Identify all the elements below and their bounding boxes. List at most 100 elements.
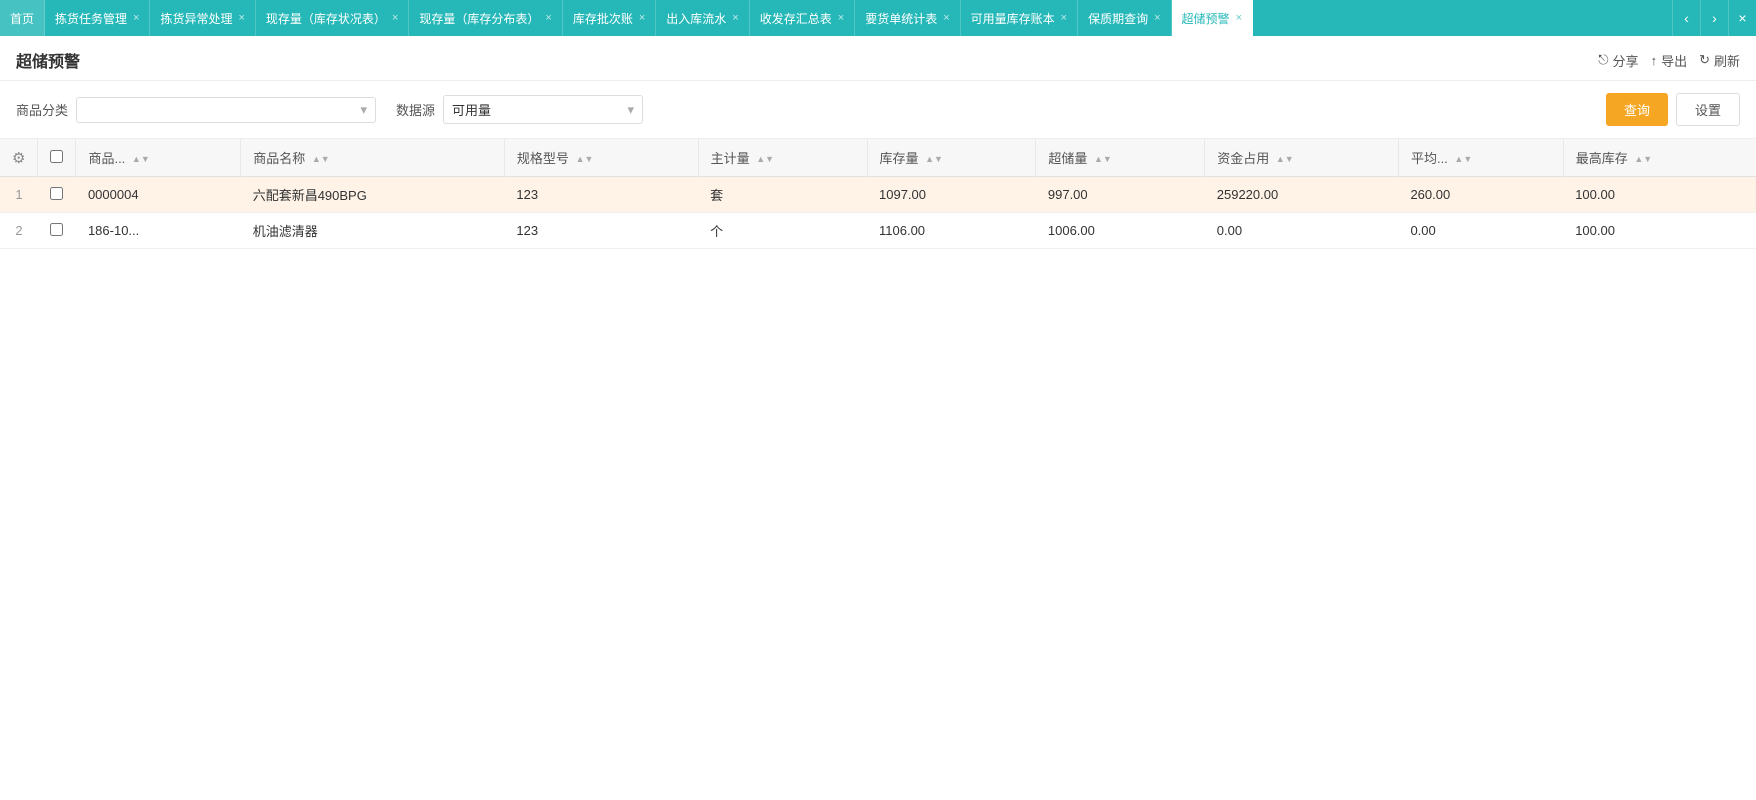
nav-tab-1[interactable]: 拣货任务管理 × (45, 0, 150, 36)
nav-tab-3-close[interactable]: × (392, 12, 398, 24)
nav-prev-button[interactable]: ‹ (1672, 0, 1700, 36)
col-over-stock-label: 超储量 (1048, 151, 1087, 166)
share-button[interactable]: ⎋ 分享 (1598, 51, 1638, 70)
nav-more-button[interactable]: × (1728, 0, 1756, 36)
row-checkbox[interactable] (50, 187, 63, 200)
row-product-code-cell: 0000004 (76, 177, 241, 213)
nav-tab-5-close[interactable]: × (639, 12, 645, 24)
row-capital-cell: 259220.00 (1205, 177, 1399, 213)
row-avg-cell: 0.00 (1398, 213, 1563, 249)
row-checkbox-cell[interactable] (38, 177, 76, 213)
nav-tab-2-label: 拣货异常处理 (160, 10, 232, 27)
table-row: 2 186-10... 机油滤清器 123 个 1106.00 1006.00 … (0, 213, 1756, 249)
col-settings-header: ⚙ (0, 139, 38, 177)
nav-tab-9-label: 可用量库存账本 (971, 10, 1055, 27)
nav-tab-1-close[interactable]: × (133, 12, 139, 24)
nav-tab-3[interactable]: 现存量（库存状况表） × (256, 0, 409, 36)
datasource-label: 数据源 (396, 100, 435, 119)
nav-tab-9-close[interactable]: × (1061, 12, 1067, 24)
export-label: 导出 (1661, 51, 1687, 70)
nav-tab-4-close[interactable]: × (545, 12, 551, 24)
col-max-stock-header[interactable]: 最高库存 ▲▼ (1563, 139, 1756, 177)
row-product-name-cell: 六配套新昌490BPG (241, 177, 505, 213)
sort-arrows-stock: ▲▼ (925, 155, 943, 164)
nav-tab-2[interactable]: 拣货异常处理 × (150, 0, 255, 36)
col-avg-header[interactable]: 平均... ▲▼ (1398, 139, 1563, 177)
page-header: 超储预警 ⎋ 分享 ↑ 导出 ↻ 刷新 (0, 36, 1756, 81)
col-capital-label: 资金占用 (1217, 151, 1269, 166)
row-product-name-cell: 机油滤清器 (241, 213, 505, 249)
col-product-name-header[interactable]: 商品名称 ▲▼ (241, 139, 505, 177)
col-stock-label: 库存量 (880, 151, 919, 166)
nav-tab-2-close[interactable]: × (238, 12, 244, 24)
nav-tab-4[interactable]: 现存量（库存分布表） × (409, 0, 562, 36)
col-over-stock-header[interactable]: 超储量 ▲▼ (1036, 139, 1205, 177)
select-all-checkbox[interactable] (50, 150, 63, 163)
category-select[interactable] (76, 97, 376, 123)
header-actions: ⎋ 分享 ↑ 导出 ↻ 刷新 (1598, 51, 1740, 70)
col-product-code-header[interactable]: 商品... ▲▼ (76, 139, 241, 177)
refresh-icon: ↻ (1699, 52, 1710, 68)
filter-actions: 查询 设置 (1606, 93, 1740, 126)
table-body: 1 0000004 六配套新昌490BPG 123 套 1097.00 997.… (0, 177, 1756, 249)
nav-tab-1-label: 拣货任务管理 (55, 10, 127, 27)
set-button[interactable]: 设置 (1676, 93, 1740, 126)
row-num-cell: 2 (0, 213, 38, 249)
nav-tab-home[interactable]: 首页 (0, 0, 45, 36)
export-button[interactable]: ↑ 导出 (1651, 51, 1688, 70)
row-avg-cell: 260.00 (1398, 177, 1563, 213)
row-stock-cell: 1097.00 (867, 177, 1036, 213)
page-title: 超储预警 (16, 48, 80, 72)
col-unit-label: 主计量 (711, 151, 750, 166)
nav-tab-10-label: 保质期查询 (1088, 10, 1148, 27)
nav-tab-8-close[interactable]: × (943, 12, 949, 24)
nav-tab-8[interactable]: 要货单统计表 × (855, 0, 960, 36)
nav-next-button[interactable]: › (1700, 0, 1728, 36)
nav-tab-7-close[interactable]: × (838, 12, 844, 24)
category-label: 商品分类 (16, 100, 68, 119)
table-row: 1 0000004 六配套新昌490BPG 123 套 1097.00 997.… (0, 177, 1756, 213)
share-icon: ⎋ (1598, 52, 1608, 68)
refresh-button[interactable]: ↻ 刷新 (1699, 51, 1740, 70)
nav-tab-11[interactable]: 超储预警 × (1172, 0, 1253, 36)
nav-tab-10[interactable]: 保质期查询 × (1078, 0, 1171, 36)
sort-arrows-capital: ▲▼ (1276, 155, 1294, 164)
sort-arrows-product-code: ▲▼ (132, 155, 150, 164)
row-spec-cell: 123 (504, 213, 698, 249)
refresh-label: 刷新 (1714, 51, 1740, 70)
row-checkbox-cell[interactable] (38, 213, 76, 249)
nav-tab-9[interactable]: 可用量库存账本 × (961, 0, 1078, 36)
row-capital-cell: 0.00 (1205, 213, 1399, 249)
col-product-code-label: 商品... (88, 151, 125, 166)
nav-tab-5[interactable]: 库存批次账 × (563, 0, 656, 36)
row-checkbox[interactable] (50, 223, 63, 236)
data-table: ⚙ 商品... ▲▼ 商品名称 ▲▼ 规格型号 ▲▼ (0, 139, 1756, 249)
query-button[interactable]: 查询 (1606, 93, 1668, 126)
col-avg-label: 平均... (1411, 151, 1448, 166)
table-header-row: ⚙ 商品... ▲▼ 商品名称 ▲▼ 规格型号 ▲▼ (0, 139, 1756, 177)
settings-gear-icon[interactable]: ⚙ (12, 150, 25, 167)
nav-tab-6-label: 出入库流水 (666, 10, 726, 27)
row-over-stock-cell: 1006.00 (1036, 213, 1205, 249)
col-spec-header[interactable]: 规格型号 ▲▼ (504, 139, 698, 177)
col-stock-header[interactable]: 库存量 ▲▼ (867, 139, 1036, 177)
nav-tab-6-close[interactable]: × (732, 12, 738, 24)
nav-tab-5-label: 库存批次账 (573, 10, 633, 27)
col-product-name-label: 商品名称 (253, 151, 305, 166)
datasource-select[interactable]: 可用量 (443, 95, 643, 124)
row-max-stock-cell: 100.00 (1563, 177, 1756, 213)
col-checkbox-header (38, 139, 76, 177)
nav-tab-7[interactable]: 收发存汇总表 × (750, 0, 855, 36)
col-capital-header[interactable]: 资金占用 ▲▼ (1205, 139, 1399, 177)
nav-tab-10-close[interactable]: × (1154, 12, 1160, 24)
nav-arrows: ‹ › × (1672, 0, 1756, 36)
nav-tab-6[interactable]: 出入库流水 × (656, 0, 749, 36)
col-unit-header[interactable]: 主计量 ▲▼ (698, 139, 867, 177)
sort-arrows-max-stock: ▲▼ (1634, 155, 1652, 164)
datasource-select-value: 可用量 (452, 100, 491, 119)
page-content: 超储预警 ⎋ 分享 ↑ 导出 ↻ 刷新 商品分类 数据源 (0, 36, 1756, 800)
sort-arrows-over-stock: ▲▼ (1094, 155, 1112, 164)
table-container: ⚙ 商品... ▲▼ 商品名称 ▲▼ 规格型号 ▲▼ (0, 139, 1756, 249)
nav-tab-11-close[interactable]: × (1236, 12, 1242, 24)
row-stock-cell: 1106.00 (867, 213, 1036, 249)
